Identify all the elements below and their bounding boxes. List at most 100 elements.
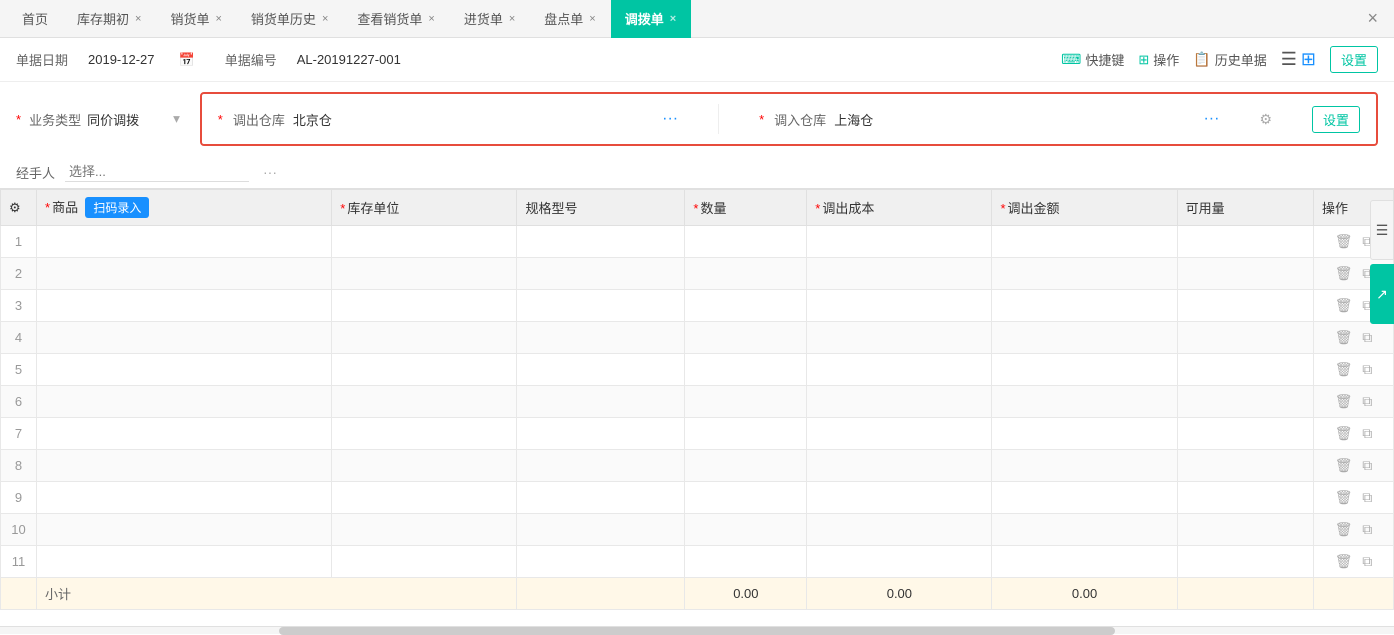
row-spec-4[interactable] xyxy=(517,322,685,354)
row-product-9[interactable] xyxy=(37,482,332,514)
copy-icon-9[interactable]: ⧉ xyxy=(1362,489,1372,505)
row-available-3[interactable] xyxy=(1177,290,1313,322)
delete-icon-3[interactable]: 🗑 xyxy=(1335,297,1353,313)
warehouse-in-dots[interactable]: ··· xyxy=(1203,110,1219,128)
row-cost-3[interactable] xyxy=(807,290,992,322)
row-cost-11[interactable] xyxy=(807,546,992,578)
horizontal-scrollbar[interactable] xyxy=(0,626,1394,634)
row-spec-11[interactable] xyxy=(517,546,685,578)
delete-icon-4[interactable]: 🗑 xyxy=(1335,329,1353,345)
delete-icon-10[interactable]: 🗑 xyxy=(1335,521,1353,537)
delete-icon-9[interactable]: 🗑 xyxy=(1335,489,1353,505)
row-cost-8[interactable] xyxy=(807,450,992,482)
window-close-button[interactable]: × xyxy=(1359,8,1386,29)
side-external-icon[interactable]: ↗ xyxy=(1370,264,1394,324)
row-amount-7[interactable] xyxy=(992,418,1177,450)
tab-close-purchase-order[interactable]: × xyxy=(509,13,515,25)
row-cost-10[interactable] xyxy=(807,514,992,546)
row-amount-10[interactable] xyxy=(992,514,1177,546)
row-available-11[interactable] xyxy=(1177,546,1313,578)
row-cost-7[interactable] xyxy=(807,418,992,450)
row-available-2[interactable] xyxy=(1177,258,1313,290)
row-qty-9[interactable] xyxy=(685,482,807,514)
row-qty-7[interactable] xyxy=(685,418,807,450)
copy-icon-4[interactable]: ⧉ xyxy=(1362,329,1372,345)
row-spec-5[interactable] xyxy=(517,354,685,386)
row-product-4[interactable] xyxy=(37,322,332,354)
tab-close-sales-order[interactable]: × xyxy=(215,13,221,25)
row-product-7[interactable] xyxy=(37,418,332,450)
row-qty-3[interactable] xyxy=(685,290,807,322)
row-cost-4[interactable] xyxy=(807,322,992,354)
row-product-6[interactable] xyxy=(37,386,332,418)
tab-stocktake[interactable]: 盘点单 × xyxy=(530,0,610,38)
tab-close-transfer[interactable]: × xyxy=(670,13,676,25)
row-available-9[interactable] xyxy=(1177,482,1313,514)
tab-close-stocktake[interactable]: × xyxy=(589,13,595,25)
delete-icon-7[interactable]: 🗑 xyxy=(1335,425,1353,441)
tab-inventory-init[interactable]: 库存期初 × xyxy=(63,0,156,38)
row-unit-9[interactable] xyxy=(332,482,517,514)
delete-icon-2[interactable]: 🗑 xyxy=(1335,265,1353,281)
row-qty-1[interactable] xyxy=(685,226,807,258)
copy-icon-8[interactable]: ⧉ xyxy=(1362,457,1372,473)
row-spec-3[interactable] xyxy=(517,290,685,322)
row-unit-6[interactable] xyxy=(332,386,517,418)
row-available-7[interactable] xyxy=(1177,418,1313,450)
row-unit-8[interactable] xyxy=(332,450,517,482)
row-cost-9[interactable] xyxy=(807,482,992,514)
row-qty-4[interactable] xyxy=(685,322,807,354)
tab-close-sales-history[interactable]: × xyxy=(322,13,328,25)
handler-input[interactable] xyxy=(65,162,249,182)
copy-icon-5[interactable]: ⧉ xyxy=(1362,361,1372,377)
row-spec-8[interactable] xyxy=(517,450,685,482)
tab-sales-order[interactable]: 销货单 × xyxy=(156,0,236,38)
row-cost-2[interactable] xyxy=(807,258,992,290)
row-product-3[interactable] xyxy=(37,290,332,322)
col-gear[interactable]: ⚙ xyxy=(1,190,37,226)
tab-home[interactable]: 首页 xyxy=(8,0,63,38)
handler-dots[interactable]: ··· xyxy=(263,164,277,180)
tab-transfer[interactable]: 调拨单 × xyxy=(611,0,691,38)
row-qty-8[interactable] xyxy=(685,450,807,482)
delete-icon-5[interactable]: 🗑 xyxy=(1335,361,1353,377)
row-unit-5[interactable] xyxy=(332,354,517,386)
row-product-5[interactable] xyxy=(37,354,332,386)
side-list-icon[interactable]: ☰ xyxy=(1370,200,1394,260)
row-available-4[interactable] xyxy=(1177,322,1313,354)
row-amount-5[interactable] xyxy=(992,354,1177,386)
row-product-11[interactable] xyxy=(37,546,332,578)
row-qty-11[interactable] xyxy=(685,546,807,578)
row-spec-6[interactable] xyxy=(517,386,685,418)
business-type-dropdown[interactable]: ▾ xyxy=(173,111,180,127)
row-spec-10[interactable] xyxy=(517,514,685,546)
row-cost-1[interactable] xyxy=(807,226,992,258)
grid-view-icon[interactable]: ⊞ xyxy=(1301,49,1316,70)
row-spec-9[interactable] xyxy=(517,482,685,514)
row-available-6[interactable] xyxy=(1177,386,1313,418)
tab-close-inventory-init[interactable]: × xyxy=(135,13,141,25)
row-available-10[interactable] xyxy=(1177,514,1313,546)
row-available-1[interactable] xyxy=(1177,226,1313,258)
calendar-icon[interactable]: 📅 xyxy=(179,52,195,68)
row-product-1[interactable] xyxy=(37,226,332,258)
row-product-8[interactable] xyxy=(37,450,332,482)
tab-purchase-order[interactable]: 进货单 × xyxy=(450,0,530,38)
row-product-2[interactable] xyxy=(37,258,332,290)
warehouse-out-dots[interactable]: ··· xyxy=(662,110,678,128)
row-amount-1[interactable] xyxy=(992,226,1177,258)
row-spec-1[interactable] xyxy=(517,226,685,258)
row-unit-7[interactable] xyxy=(332,418,517,450)
row-unit-2[interactable] xyxy=(332,258,517,290)
row-amount-8[interactable] xyxy=(992,450,1177,482)
row-amount-11[interactable] xyxy=(992,546,1177,578)
row-qty-5[interactable] xyxy=(685,354,807,386)
row-cost-5[interactable] xyxy=(807,354,992,386)
row-unit-4[interactable] xyxy=(332,322,517,354)
copy-icon-11[interactable]: ⧉ xyxy=(1362,553,1372,569)
delete-icon-6[interactable]: 🗑 xyxy=(1335,393,1353,409)
tab-view-sales[interactable]: 查看销货单 × xyxy=(343,0,449,38)
row-available-8[interactable] xyxy=(1177,450,1313,482)
scan-button[interactable]: 扫码录入 xyxy=(85,197,149,218)
row-unit-1[interactable] xyxy=(332,226,517,258)
